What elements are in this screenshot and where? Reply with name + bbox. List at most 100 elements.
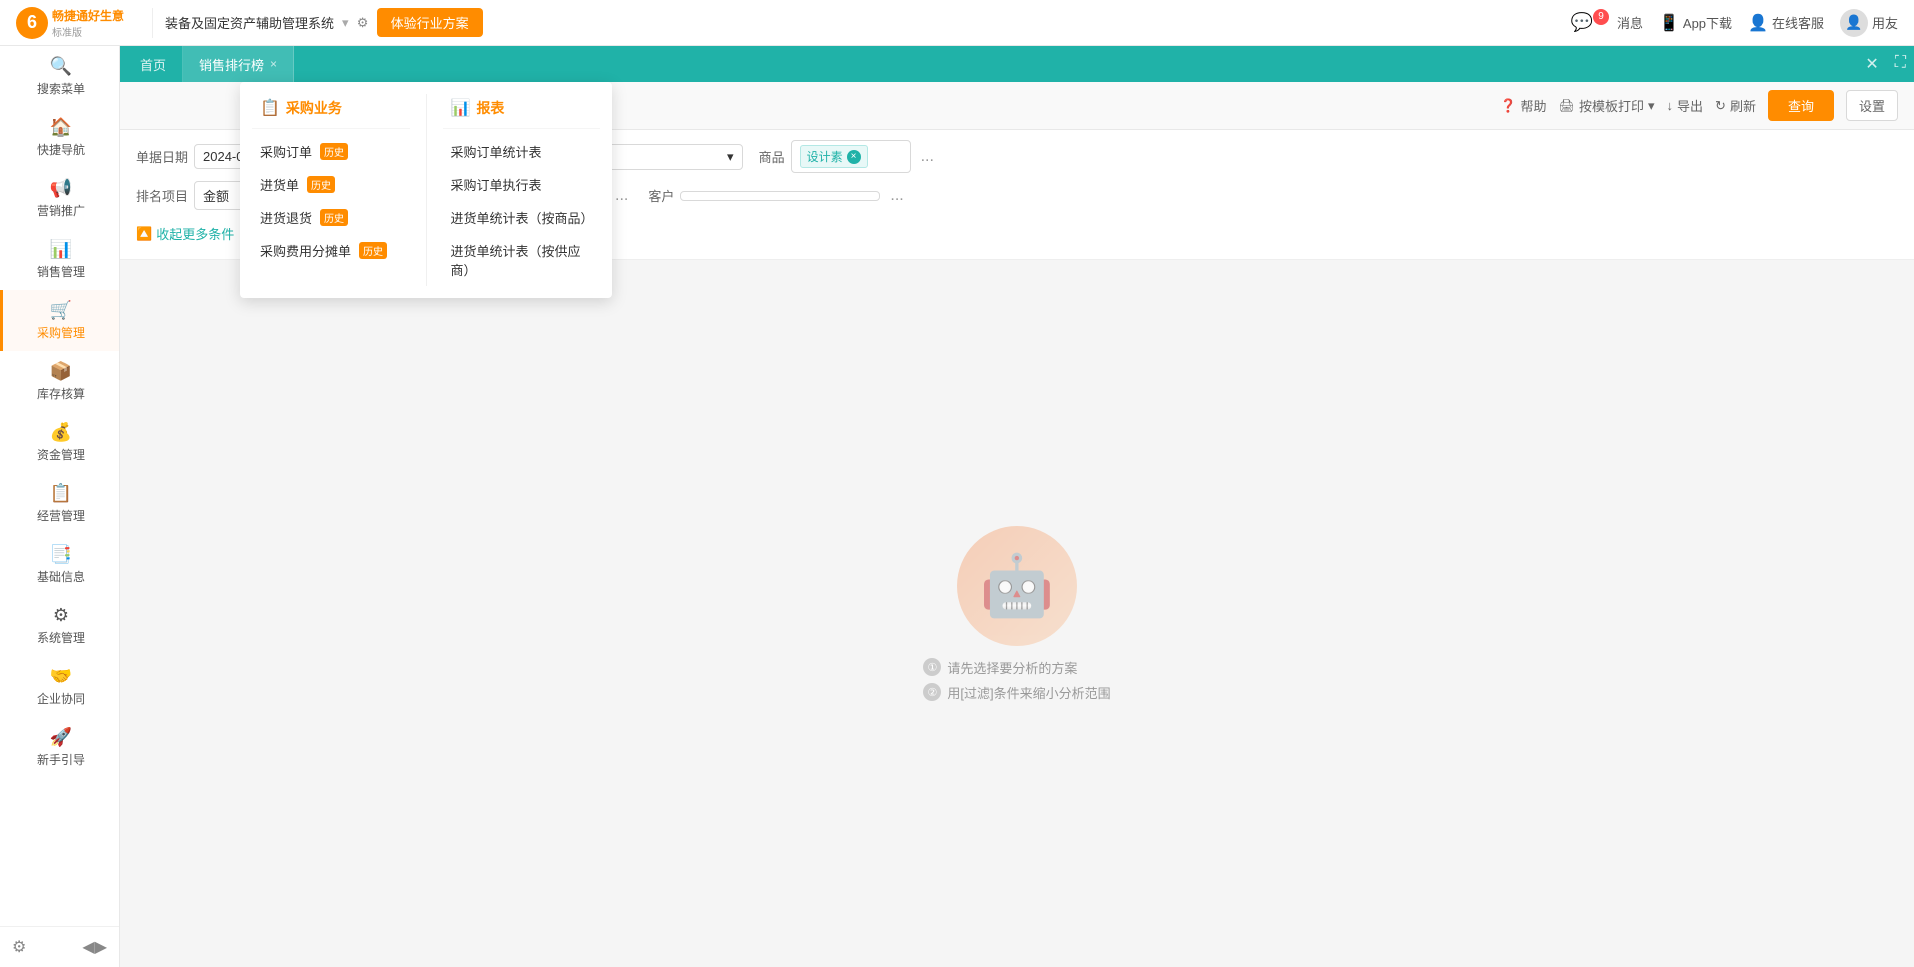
hint-num-1: ① <box>923 658 941 676</box>
sidebar-item-finance[interactable]: 💰 资金管理 <box>0 412 119 473</box>
tab-close-btn[interactable]: ✕ <box>1861 50 1882 78</box>
dropdown-item-po-exec[interactable]: 采购订单执行表 <box>443 168 601 201</box>
sidebar-item-collab[interactable]: 🤝 企业协同 <box>0 656 119 717</box>
dropdown-item-receipt-stat-goods[interactable]: 进货单统计表（按商品） <box>443 201 601 234</box>
dropdown-item-expense[interactable]: 采购费用分摊单 历史 <box>252 234 410 267</box>
sidebar-item-quicknav[interactable]: 🏠 快捷导航 <box>0 107 119 168</box>
tab-sales-rank-label: 销售排行榜 <box>199 55 264 74</box>
report-col-icon: 📊 <box>451 98 471 118</box>
online-service-label: 在线客服 <box>1772 13 1824 32</box>
content-area: 首页 销售排行榜 × ✕ ⛶ ❓ 帮助 <box>120 46 1914 967</box>
po-exec-label: 采购订单执行表 <box>451 175 542 194</box>
status-dropdown-icon: ▾ <box>727 149 734 165</box>
sidebar-finance-label: 资金管理 <box>37 446 85 463</box>
print-button[interactable]: 🖨 按模板打印 ▾ <box>1558 96 1654 115</box>
dropdown-col-purchase: 📋 采购业务 采购订单 历史 进货单 历史 进货退货 历史 <box>240 94 422 286</box>
user-button[interactable]: 👤 用友 <box>1840 9 1898 37</box>
industry-button[interactable]: 体验行业方案 <box>377 8 483 37</box>
goods-label: 商品 <box>759 147 785 166</box>
tab-expand-btn[interactable]: ⛶ <box>1891 50 1910 78</box>
refresh-button[interactable]: ↻ 刷新 <box>1715 96 1756 115</box>
goods-control[interactable]: 设计素 × <box>791 140 911 173</box>
date-label: 单据日期 <box>136 147 188 166</box>
hint-text-1: 请先选择要分析的方案 <box>947 658 1077 677</box>
goods-filter: 商品 设计素 × ... <box>759 140 938 173</box>
help-icon: ❓ <box>1500 98 1516 114</box>
sidebar-settings-btn[interactable]: ⚙ <box>12 937 26 957</box>
dropdown-item-po[interactable]: 采购订单 历史 <box>252 135 410 168</box>
receipt-label: 进货单 <box>260 175 299 194</box>
help-label: 帮助 <box>1520 96 1546 115</box>
customer-label: 客户 <box>648 186 674 205</box>
avatar: 👤 <box>1840 9 1868 37</box>
sidebar-basic-label: 基础信息 <box>37 568 85 585</box>
basic-icon: 📑 <box>50 544 72 565</box>
sidebar-item-system[interactable]: ⚙ 系统管理 <box>0 595 119 656</box>
dropdown-item-return[interactable]: 进货退货 历史 <box>252 201 410 234</box>
export-button[interactable]: ↓ 导出 <box>1667 96 1704 115</box>
empty-icon: 🤖 <box>957 526 1077 646</box>
empty-hint-1: ① 请先选择要分析的方案 <box>923 658 1110 677</box>
hint-text-2: 用[过滤]条件来缩小分析范围 <box>947 683 1110 702</box>
message-button[interactable]: 💬 9 消息 <box>1571 12 1643 33</box>
sidebar-item-purchase[interactable]: 🛒 采购管理 <box>0 290 119 351</box>
dropdown-divider <box>426 94 427 286</box>
dropdown-item-receipt-stat-supplier[interactable]: 进货单统计表（按供应商） <box>443 234 601 286</box>
sidebar-item-marketing[interactable]: 📢 营销推广 <box>0 168 119 229</box>
sidebar-item-basic[interactable]: 📑 基础信息 <box>0 534 119 595</box>
dropdown-item-po-stat[interactable]: 采购订单统计表 <box>443 135 601 168</box>
sidebar-item-inventory[interactable]: 📦 库存核算 <box>0 351 119 412</box>
customer-filter: 客户 ... <box>648 186 907 205</box>
sidebar-quicknav-label: 快捷导航 <box>37 141 85 158</box>
dropdown-col1-title: 📋 采购业务 <box>252 94 410 129</box>
salesman-more-btn[interactable]: ... <box>611 187 632 205</box>
logo-area[interactable]: 6 畅捷通好生意 标准版 <box>16 7 124 39</box>
print-icon: 🖨 <box>1558 98 1575 114</box>
tab-actions: ✕ ⛶ <box>1861 50 1910 78</box>
app-download-label: App下载 <box>1683 13 1732 32</box>
customer-more-btn[interactable]: ... <box>886 187 907 205</box>
customer-control[interactable] <box>680 191 880 201</box>
return-label: 进货退货 <box>260 208 312 227</box>
sidebar-item-sales[interactable]: 📊 销售管理 <box>0 229 119 290</box>
sidebar-collapse-btn[interactable]: ◀▶ <box>82 937 107 957</box>
expense-hist-badge: 历史 <box>359 242 387 259</box>
topbar-settings-icon[interactable]: ⚙ <box>349 9 377 37</box>
message-label: 消息 <box>1617 13 1643 32</box>
sidebar-item-operation[interactable]: 📋 经营管理 <box>0 473 119 534</box>
tab-home[interactable]: 首页 <box>124 46 183 82</box>
goods-more-btn[interactable]: ... <box>917 148 938 166</box>
app-download-button[interactable]: 📱 App下载 <box>1659 13 1732 33</box>
empty-illustration: 🤖 <box>957 526 1077 646</box>
sidebar-item-guide[interactable]: 🚀 新手引导 <box>0 717 119 778</box>
help-button[interactable]: ❓ 帮助 <box>1500 96 1546 115</box>
purchase-col-icon: 📋 <box>260 98 280 118</box>
rank-value: 金额 <box>203 186 229 205</box>
search-icon: 🔍 <box>50 56 72 77</box>
goods-tag-close[interactable]: × <box>847 150 861 164</box>
expense-label: 采购费用分摊单 <box>260 241 351 260</box>
top-bar: 6 畅捷通好生意 标准版 装备及固定资产辅助管理系统 ▾ ⚙ 体验行业方案 💬 … <box>0 0 1914 46</box>
print-label: 按模板打印 <box>1579 96 1644 115</box>
tab-close-icon[interactable]: × <box>270 57 277 71</box>
sidebar-item-search[interactable]: 🔍 搜索菜单 <box>0 46 119 107</box>
export-icon: ↓ <box>1667 98 1674 113</box>
dropdown-item-receipt[interactable]: 进货单 历史 <box>252 168 410 201</box>
online-service-button[interactable]: 👤 在线客服 <box>1748 13 1824 33</box>
query-button[interactable]: 查询 <box>1768 90 1834 121</box>
settings-button[interactable]: 设置 <box>1846 90 1898 121</box>
marketing-icon: 📢 <box>50 178 72 199</box>
receipt-stat-supplier-label: 进货单统计表（按供应商） <box>451 241 593 279</box>
print-dropdown-icon: ▾ <box>1648 98 1655 114</box>
po-label: 采购订单 <box>260 142 312 161</box>
top-right-actions: 💬 9 消息 📱 App下载 👤 在线客服 👤 用友 <box>1571 9 1898 37</box>
goods-tag: 设计素 × <box>800 145 868 168</box>
sidebar-system-label: 系统管理 <box>37 629 85 646</box>
tab-sales-rank[interactable]: 销售排行榜 × <box>183 46 294 82</box>
empty-hints: ① 请先选择要分析的方案 ② 用[过滤]条件来缩小分析范围 <box>923 658 1110 702</box>
purchase-icon: 🛒 <box>50 300 72 321</box>
message-badge: 9 <box>1593 9 1609 25</box>
po-stat-label: 采购订单统计表 <box>451 142 542 161</box>
inventory-icon: 📦 <box>50 361 72 382</box>
finance-icon: 💰 <box>50 422 72 443</box>
